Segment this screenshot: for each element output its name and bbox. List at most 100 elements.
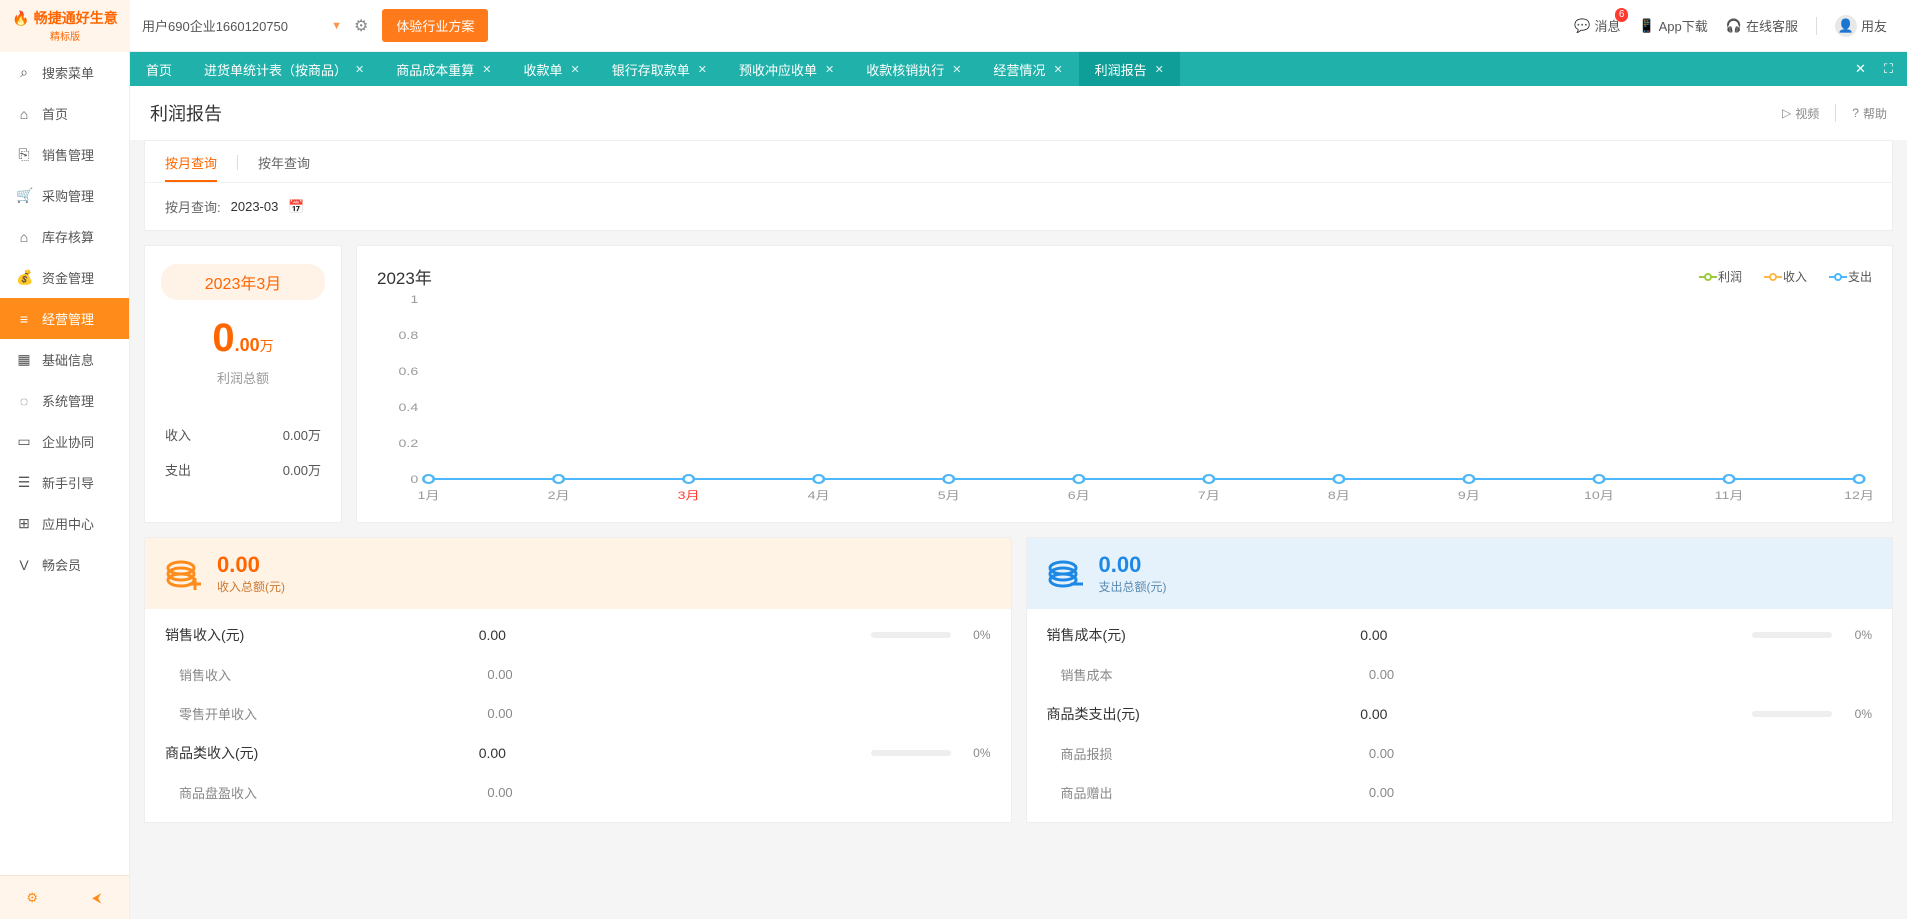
video-link[interactable]: ▷视频 xyxy=(1782,105,1819,122)
sidebar-item-10[interactable]: ☰ 新手引导 xyxy=(0,462,129,503)
sidebar-item-7[interactable]: ▦基础信息 xyxy=(0,339,129,380)
sidebar-icon: ☰ xyxy=(16,474,32,491)
sidebar-item-0[interactable]: ⌕搜索菜单 xyxy=(0,52,129,93)
svg-text:10月: 10月 xyxy=(1584,489,1614,501)
query-label: 按月查询: xyxy=(165,197,221,216)
gear-icon[interactable]: ⚙ xyxy=(354,16,368,36)
sidebar-icon: 💰 xyxy=(16,269,32,286)
sidebar-item-label: 新手引导 xyxy=(42,473,94,492)
sidebar-icon: ⎘ xyxy=(16,146,32,163)
breakdown-row: 销售成本0.00 xyxy=(1047,655,1873,694)
sidebar: ⌕搜索菜单⌂首页 ⎘ 销售管理 🛒采购管理⌂库存核算💰资金管理≡经营管理▦基础信息 ◌ 系… xyxy=(0,52,130,919)
app-download-label: App下载 xyxy=(1659,16,1708,35)
page-title: 利润报告 xyxy=(150,100,222,126)
sidebar-item-9[interactable]: ▭企业协同 xyxy=(0,421,129,462)
close-icon[interactable]: ✕ xyxy=(482,63,491,76)
close-icon[interactable]: ✕ xyxy=(698,63,707,76)
tab-7[interactable]: 经营情况 ✕ xyxy=(977,52,1078,86)
legend-item[interactable]: 收入 xyxy=(1764,268,1807,285)
summary-card: 2023年3月 0.00万 利润总额 收入0.00万支出0.00万 xyxy=(144,245,342,523)
tab-3[interactable]: 收款单 ✕ xyxy=(507,52,595,86)
divider xyxy=(1816,17,1817,35)
sidebar-icon: 🛒 xyxy=(16,187,32,204)
summary-period: 2023年3月 xyxy=(161,264,325,300)
headset-icon: 🎧 xyxy=(1726,18,1742,34)
sidebar-item-8[interactable]: ◌ 系统管理 xyxy=(0,380,129,421)
tab-label: 经营情况 xyxy=(993,60,1045,79)
tab-6[interactable]: 收款核销执行✕ xyxy=(850,52,977,86)
sidebar-item-label: 经营管理 xyxy=(42,309,94,328)
close-icon[interactable]: ✕ xyxy=(1155,63,1164,76)
expand-icon[interactable]: ⛶ xyxy=(1878,59,1899,79)
income-icon xyxy=(163,554,203,594)
support-link[interactable]: 🎧 在线客服 xyxy=(1726,16,1798,35)
query-value[interactable]: 2023-03 xyxy=(231,199,279,214)
sidebar-item-5[interactable]: 💰资金管理 xyxy=(0,257,129,298)
tab-label: 收款单 xyxy=(523,60,562,79)
sidebar-item-2[interactable]: ⎘ 销售管理 xyxy=(0,134,129,175)
sidebar-item-4[interactable]: ⌂库存核算 xyxy=(0,216,129,257)
svg-text:7月: 7月 xyxy=(1198,489,1220,501)
sidebar-item-1[interactable]: ⌂首页 xyxy=(0,93,129,134)
svg-text:11月: 11月 xyxy=(1715,489,1744,501)
sidebar-item-label: 系统管理 xyxy=(42,391,94,410)
tab-label: 首页 xyxy=(146,60,172,79)
sidebar-icon: ◌ xyxy=(16,393,32,409)
tab-4[interactable]: 银行存取款单✕ xyxy=(596,52,723,86)
close-icon[interactable]: ✕ xyxy=(571,63,580,76)
sidebar-item-label: 销售管理 xyxy=(42,145,94,164)
sidebar-icon: ⌕ xyxy=(16,64,32,81)
sidebar-item-11[interactable]: ⊞应用中心 xyxy=(0,503,129,544)
tab-8[interactable]: 利润报告✕ xyxy=(1079,52,1180,86)
sidebar-icon: ⊞ xyxy=(16,515,32,532)
tab-label: 预收冲应收单 xyxy=(739,60,817,79)
summary-row: 支出0.00万 xyxy=(161,452,325,487)
sidebar-icon: V xyxy=(16,557,32,573)
query-tab-1[interactable]: 按年查询 xyxy=(258,153,310,182)
help-link[interactable]: ?帮助 xyxy=(1852,105,1887,122)
close-tab-icon[interactable]: ✕ xyxy=(1849,59,1872,79)
progress-bar xyxy=(871,632,951,638)
tab-5[interactable]: 预收冲应收单 ✕ xyxy=(723,52,850,86)
support-label: 在线客服 xyxy=(1746,16,1798,35)
sidebar-item-6[interactable]: ≡经营管理 xyxy=(0,298,129,339)
tabs-bar: 首页进货单统计表（按商品）✕商品成本重算✕收款单✕银行存取款单✕预收冲应收单✕收… xyxy=(130,52,1907,86)
legend-item[interactable]: 利润 xyxy=(1699,268,1742,285)
svg-text:1月: 1月 xyxy=(418,489,440,501)
sidebar-item-3[interactable]: 🛒采购管理 xyxy=(0,175,129,216)
close-icon[interactable]: ✕ xyxy=(952,63,961,76)
messages-link[interactable]: 💬 消息 6 xyxy=(1574,16,1620,35)
logo-subtext: 精标版 xyxy=(50,28,80,43)
tab-1[interactable]: 进货单统计表（按商品）✕ xyxy=(188,52,380,86)
legend-item[interactable]: 支出 xyxy=(1829,268,1872,285)
tab-0[interactable]: 首页 xyxy=(130,52,188,86)
income-subtitle: 收入总额(元) xyxy=(217,578,285,595)
cta-button[interactable]: 体验行业方案 xyxy=(382,9,488,42)
svg-text:5月: 5月 xyxy=(938,489,960,501)
close-icon[interactable]: ✕ xyxy=(825,63,834,76)
calendar-icon[interactable]: 📅 xyxy=(288,199,304,215)
svg-text:6月: 6月 xyxy=(1068,489,1090,501)
sidebar-item-12[interactable]: V畅会员 xyxy=(0,544,129,585)
breakdown-row: 零售开单收入0.00 xyxy=(165,694,991,733)
close-icon[interactable]: ✕ xyxy=(355,63,364,76)
query-tab-0[interactable]: 按月查询 xyxy=(165,153,217,182)
tab-label: 商品成本重算 xyxy=(396,60,474,79)
svg-text:4月: 4月 xyxy=(808,489,830,501)
svg-text:0.8: 0.8 xyxy=(399,329,419,341)
sidebar-item-label: 基础信息 xyxy=(42,350,94,369)
expense-icon xyxy=(1045,554,1085,594)
settings-icon[interactable]: ⚙ xyxy=(0,876,65,919)
user-menu[interactable]: 👤 用友 xyxy=(1835,15,1887,37)
avatar-icon: 👤 xyxy=(1835,15,1857,37)
app-download-link[interactable]: 📱 App下载 xyxy=(1638,16,1707,35)
help-icon: ? xyxy=(1852,106,1859,120)
expense-panel: 0.00 支出总额(元) 销售成本(元)0.000%销售成本0.00商品类支出(… xyxy=(1026,537,1894,823)
play-icon: ▷ xyxy=(1782,106,1791,120)
tab-2[interactable]: 商品成本重算 ✕ xyxy=(380,52,507,86)
profit-caption: 利润总额 xyxy=(161,368,325,387)
close-icon[interactable]: ✕ xyxy=(1053,63,1062,76)
collapse-icon[interactable]: ⮜ xyxy=(65,876,130,919)
page-header: 利润报告 ▷视频 ?帮助 xyxy=(130,86,1907,140)
org-selector[interactable]: 用户690企业1660120750 ▼ xyxy=(142,16,342,35)
